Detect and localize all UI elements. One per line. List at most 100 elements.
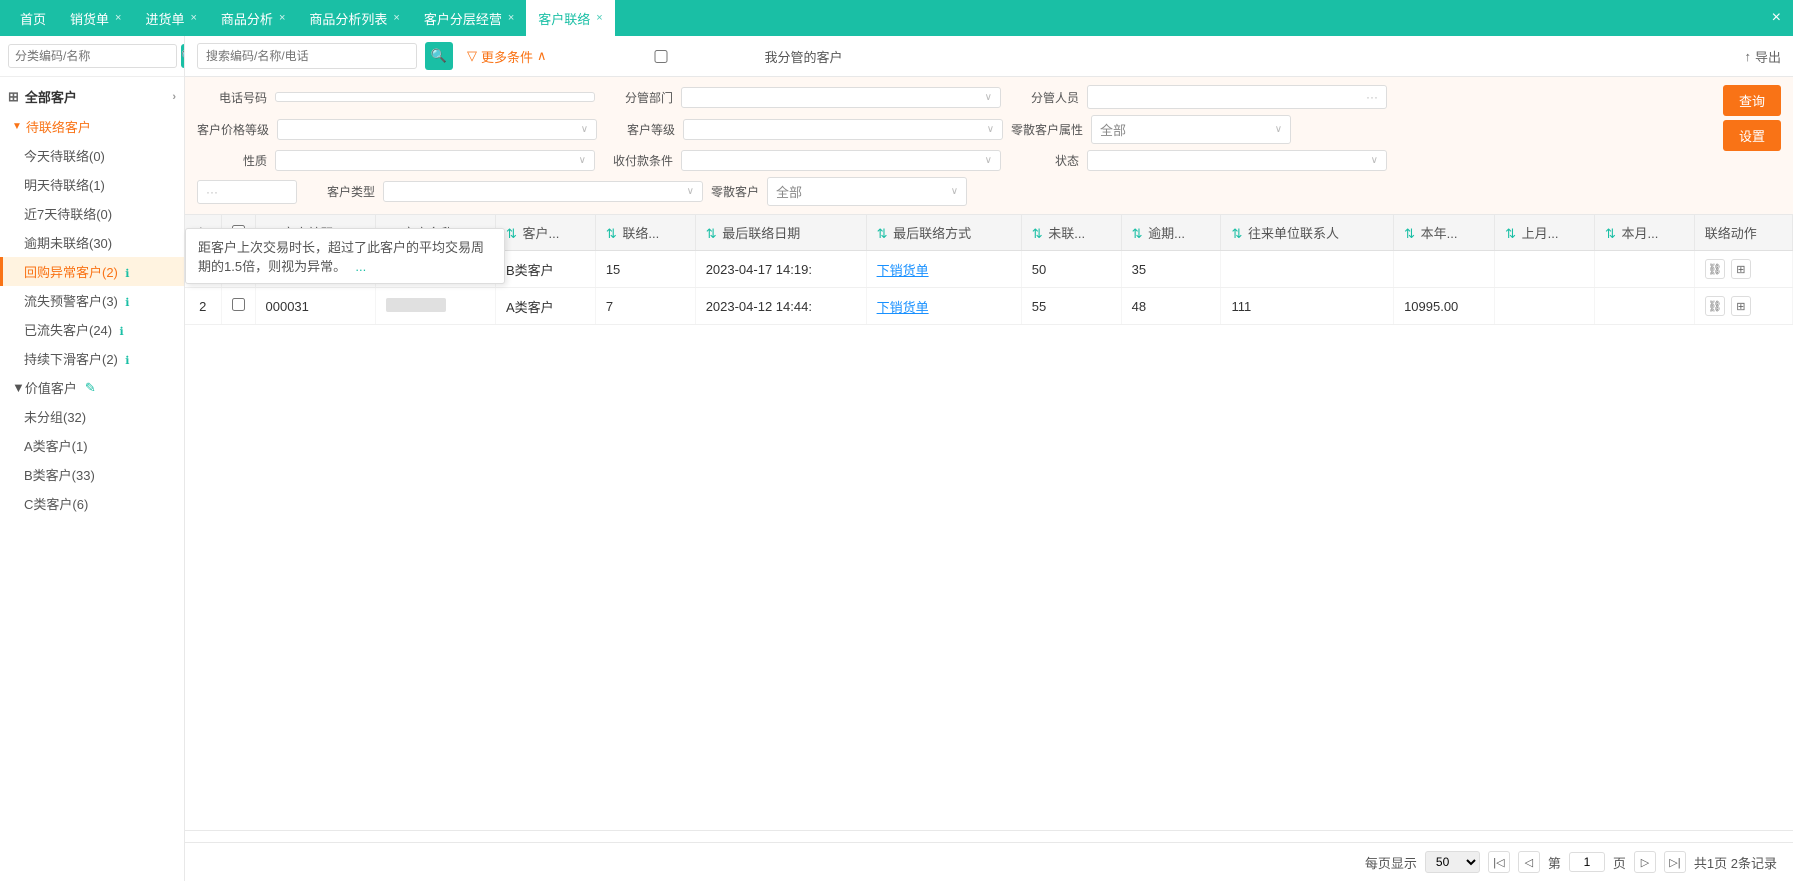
manager-dots-icon[interactable]: ···	[1366, 90, 1378, 104]
col-contact-count[interactable]: ⇅ 联络...	[595, 215, 695, 251]
col-this-year[interactable]: ⇅ 本年...	[1394, 215, 1495, 251]
main-layout: 🔍 ⊞ 全部客户 › ▼ 待联络客户 今天待联络(0) 明天待联络(1) 近7天…	[0, 36, 1793, 881]
sidebar-item-repurchase-anomaly[interactable]: 回购异常客户(2) ℹ	[0, 257, 184, 286]
customer-grade-label: 客户等级	[605, 121, 675, 138]
row-last-contact-method[interactable]: 下销货单	[866, 288, 1021, 325]
nav-customer-contact[interactable]: 客户联络 ×	[526, 0, 614, 36]
row-last-contact-method[interactable]: 下销货单	[866, 251, 1021, 288]
zero-retail-attr-field[interactable]: 全部 ∨	[1091, 115, 1291, 144]
col-customer-type[interactable]: ⇅ 客户...	[495, 215, 595, 251]
manager-field[interactable]: ···	[1087, 85, 1387, 109]
customer-grade-field[interactable]: ∨	[683, 119, 1003, 140]
row-this-month	[1594, 251, 1694, 288]
per-page-select[interactable]: 50 100 200	[1425, 851, 1480, 873]
sort-icon-type: ⇅	[506, 226, 517, 241]
action-icon-grid[interactable]: ⊞	[1731, 296, 1751, 316]
nav-purchase-close[interactable]: ×	[190, 12, 196, 24]
zero-retail-field[interactable]: 全部 ∨	[767, 177, 967, 206]
nature-field[interactable]: ∨	[275, 150, 595, 171]
zero-retail-attr-label: 零散客户属性	[1011, 121, 1083, 138]
row-customer-type: A类客户	[495, 288, 595, 325]
row-checkbox[interactable]	[232, 298, 245, 311]
row-last-contact-date: 2023-04-12 14:44:	[695, 288, 866, 325]
nav-sales[interactable]: 销货单 ×	[58, 0, 133, 36]
export-button[interactable]: ↑ 导出	[1744, 47, 1781, 66]
sidebar-item-7days[interactable]: 近7天待联络(0)	[0, 199, 184, 228]
sidebar-item-declining[interactable]: 持续下滑客户(2) ℹ	[0, 344, 184, 373]
col-this-month[interactable]: ⇅ 本月...	[1594, 215, 1694, 251]
sidebar: 🔍 ⊞ 全部客户 › ▼ 待联络客户 今天待联络(0) 明天待联络(1) 近7天…	[0, 36, 185, 881]
price-grade-field[interactable]: ∨	[277, 119, 597, 140]
edit-icon[interactable]: ✎	[85, 380, 96, 396]
payment-terms-field[interactable]: ∨	[681, 150, 1001, 171]
nav-analysis-close[interactable]: ×	[279, 12, 285, 24]
my-customers-checkbox-label[interactable]: 我分管的客户	[561, 47, 843, 66]
nav-analysis[interactable]: 商品分析 ×	[209, 0, 297, 36]
sort-icon-this-year: ⇅	[1404, 226, 1415, 241]
sidebar-section-pending[interactable]: ▼ 待联络客户	[0, 112, 184, 141]
row-this-month	[1594, 288, 1694, 325]
more-filters-button[interactable]: ▽ 更多条件 ∧	[461, 43, 553, 70]
nav-sales-close[interactable]: ×	[115, 12, 121, 24]
customer-type-field[interactable]: ∨	[383, 181, 703, 202]
col-last-contact-method[interactable]: ⇅ 最后联络方式	[866, 215, 1021, 251]
contact-method-link[interactable]: 下销货单	[877, 263, 929, 278]
table-hscroll[interactable]	[185, 830, 1793, 842]
dept-field[interactable]: ∨	[681, 87, 1001, 108]
row-name	[375, 288, 495, 325]
tooltip-close[interactable]: ...	[355, 259, 366, 274]
settings-button[interactable]: 设置	[1723, 120, 1781, 151]
col-uncontacted[interactable]: ⇅ 未联...	[1021, 215, 1121, 251]
extra-dots-field[interactable]: ···	[197, 180, 297, 204]
action-icon-link[interactable]: ⛓	[1705, 296, 1725, 316]
row-actions: ⛓ ⊞	[1694, 251, 1792, 288]
sidebar-item-ungrouped[interactable]: 未分组(32)	[0, 402, 184, 431]
sidebar-all-customers[interactable]: ⊞ 全部客户 ›	[0, 81, 184, 112]
export-icon: ↑	[1744, 49, 1751, 64]
sidebar-item-class-c[interactable]: C类客户(6)	[0, 489, 184, 518]
sidebar-item-class-b[interactable]: B类客户(33)	[0, 460, 184, 489]
phone-field[interactable]	[275, 92, 595, 102]
action-icon-link[interactable]: ⛓	[1705, 259, 1725, 279]
status-field[interactable]: ∨	[1087, 150, 1387, 171]
col-last-month[interactable]: ⇅ 上月...	[1495, 215, 1595, 251]
window-close-button[interactable]: ×	[1772, 9, 1781, 27]
next-page-button[interactable]: ▷	[1634, 851, 1656, 873]
sort-icon-last-method: ⇅	[877, 226, 888, 241]
status-label: 状态	[1009, 152, 1079, 169]
row-uncontacted: 50	[1021, 251, 1121, 288]
sidebar-search-input[interactable]	[8, 44, 177, 68]
price-grade-label: 客户价格等级	[197, 121, 269, 138]
sort-icon-last-date: ⇅	[706, 226, 717, 241]
nav-home[interactable]: 首页	[8, 0, 58, 36]
last-page-button[interactable]: ▷|	[1664, 851, 1686, 873]
first-page-button[interactable]: |◁	[1488, 851, 1510, 873]
nav-analysis-list[interactable]: 商品分析列表 ×	[297, 0, 411, 36]
nav-customer-tier[interactable]: 客户分层经营 ×	[412, 0, 526, 36]
nav-analysis-list-close[interactable]: ×	[393, 12, 399, 24]
nav-customer-tier-close[interactable]: ×	[508, 12, 514, 24]
nav-customer-contact-close[interactable]: ×	[596, 12, 602, 24]
col-contacts[interactable]: ⇅ 往来单位联系人	[1221, 215, 1394, 251]
col-last-contact-date[interactable]: ⇅ 最后联络日期	[695, 215, 866, 251]
action-icon-grid[interactable]: ⊞	[1731, 259, 1751, 279]
sidebar-item-class-a[interactable]: A类客户(1)	[0, 431, 184, 460]
sidebar-item-today[interactable]: 今天待联络(0)	[0, 141, 184, 170]
contact-method-link[interactable]: 下销货单	[877, 300, 929, 315]
page-number-input[interactable]	[1569, 852, 1605, 872]
nature-label: 性质	[197, 152, 267, 169]
sidebar-item-tomorrow[interactable]: 明天待联络(1)	[0, 170, 184, 199]
search-input[interactable]	[197, 43, 417, 69]
nav-purchase[interactable]: 进货单 ×	[133, 0, 208, 36]
total-records-label: 共1页 2条记录	[1694, 853, 1777, 872]
sidebar-item-churned[interactable]: 已流失客户(24) ℹ	[0, 315, 184, 344]
my-customers-checkbox[interactable]	[561, 50, 761, 63]
prev-page-button[interactable]: ◁	[1518, 851, 1540, 873]
sidebar-item-churn-warning[interactable]: 流失预警客户(3) ℹ	[0, 286, 184, 315]
query-button[interactable]: 查询	[1723, 85, 1781, 116]
row-checkbox-cell[interactable]	[221, 288, 255, 325]
sidebar-item-overdue[interactable]: 逾期未联络(30)	[0, 228, 184, 257]
col-overdue[interactable]: ⇅ 逾期...	[1121, 215, 1221, 251]
sort-icon-uncontacted: ⇅	[1032, 226, 1043, 241]
filter-search-button[interactable]: 🔍	[425, 42, 453, 70]
